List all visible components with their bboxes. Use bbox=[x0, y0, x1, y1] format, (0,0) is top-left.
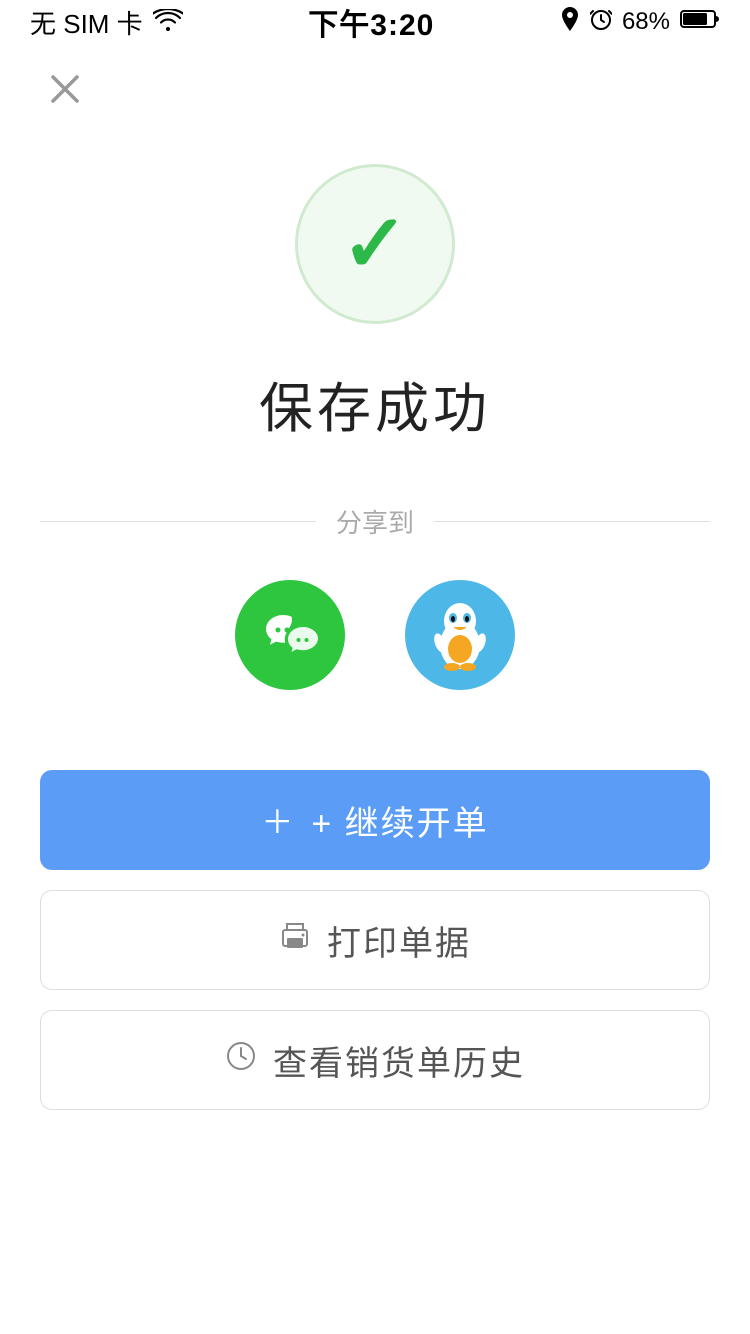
continue-label: + 继续开单 bbox=[311, 796, 488, 845]
status-right: 68% bbox=[560, 7, 720, 38]
status-time: 下午3:20 bbox=[308, 0, 434, 44]
status-bar: 无 SIM 卡 下午3:20 68% bbox=[0, 0, 750, 44]
share-icons bbox=[235, 580, 515, 690]
close-button[interactable] bbox=[40, 64, 90, 114]
clock-icon bbox=[225, 1040, 257, 1080]
wifi-icon bbox=[153, 7, 183, 38]
alarm-icon bbox=[590, 7, 612, 38]
divider-line-left bbox=[40, 521, 316, 522]
location-icon bbox=[560, 7, 580, 38]
status-left: 无 SIM 卡 bbox=[30, 4, 183, 41]
action-buttons: ＋ + 继续开单 打印单据 查看销货单历史 bbox=[40, 770, 710, 1110]
share-label: 分享到 bbox=[336, 503, 414, 540]
close-area bbox=[0, 44, 750, 124]
sim-label: 无 SIM 卡 bbox=[30, 4, 143, 41]
history-button[interactable]: 查看销货单历史 bbox=[40, 1010, 710, 1110]
qq-share-button[interactable] bbox=[405, 580, 515, 690]
battery-icon bbox=[680, 8, 720, 37]
print-label: 打印单据 bbox=[327, 916, 471, 965]
plus-icon: ＋ bbox=[261, 797, 295, 843]
share-divider: 分享到 bbox=[40, 503, 710, 540]
wechat-share-button[interactable] bbox=[235, 580, 345, 690]
success-icon-circle: ✓ bbox=[295, 164, 455, 324]
history-label: 查看销货单历史 bbox=[273, 1036, 525, 1085]
success-title: 保存成功 bbox=[259, 364, 491, 443]
printer-icon bbox=[279, 920, 311, 960]
battery-label: 68% bbox=[622, 8, 670, 36]
main-content: ✓ 保存成功 分享到 bbox=[0, 124, 750, 1334]
print-button[interactable]: 打印单据 bbox=[40, 890, 710, 990]
divider-line-right bbox=[434, 521, 710, 522]
checkmark-icon: ✓ bbox=[341, 204, 408, 284]
continue-button[interactable]: ＋ + 继续开单 bbox=[40, 770, 710, 870]
